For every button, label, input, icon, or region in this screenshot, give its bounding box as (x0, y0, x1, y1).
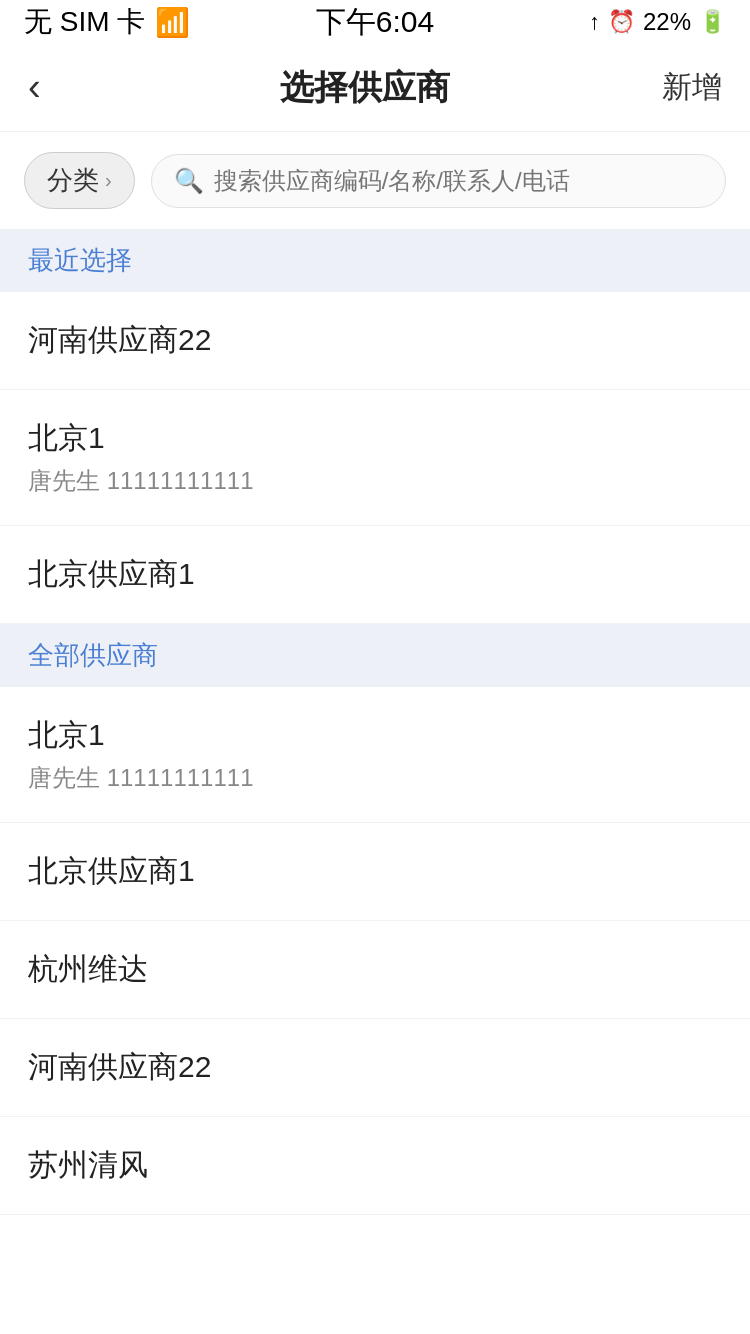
item-name: 北京1 (28, 715, 722, 756)
recent-section-label: 最近选择 (28, 245, 132, 275)
search-box[interactable]: 🔍 (151, 154, 726, 208)
filter-bar: 分类 › 🔍 (0, 132, 750, 229)
category-label: 分类 (47, 163, 99, 198)
item-sub: 唐先生 11111111111 (28, 762, 722, 794)
list-item[interactable]: 河南供应商22 (0, 1019, 750, 1117)
recent-section-header: 最近选择 (0, 229, 750, 292)
list-item[interactable]: 杭州维达 (0, 921, 750, 1019)
search-icon: 🔍 (174, 167, 204, 195)
category-button[interactable]: 分类 › (24, 152, 135, 209)
page-title: 选择供应商 (280, 65, 450, 111)
list-item[interactable]: 苏州清风 (0, 1117, 750, 1215)
status-bar: 无 SIM 卡 📶 下午6:04 ↑ ⏰ 22% 🔋 (0, 0, 750, 44)
status-right: ↑ ⏰ 22% 🔋 (589, 8, 726, 36)
item-name: 北京供应商1 (28, 554, 722, 595)
item-name: 河南供应商22 (28, 320, 722, 361)
battery-text: 22% (643, 8, 691, 36)
item-name: 苏州清风 (28, 1145, 722, 1186)
alarm-icon: ⏰ (608, 9, 635, 35)
item-sub: 唐先生 11111111111 (28, 465, 722, 497)
status-time: 下午6:04 (316, 2, 434, 43)
list-item[interactable]: 北京1 唐先生 11111111111 (0, 687, 750, 823)
recent-list: 河南供应商22 北京1 唐先生 11111111111 北京供应商1 (0, 292, 750, 624)
item-name: 河南供应商22 (28, 1047, 722, 1088)
list-item[interactable]: 河南供应商22 (0, 292, 750, 390)
chevron-right-icon: › (105, 169, 112, 192)
location-icon: ↑ (589, 9, 600, 35)
list-item[interactable]: 北京供应商1 (0, 526, 750, 624)
back-button[interactable]: ‹ (28, 66, 88, 109)
all-section-header: 全部供应商 (0, 624, 750, 687)
wifi-icon: 📶 (155, 6, 190, 39)
all-list: 北京1 唐先生 11111111111 北京供应商1 杭州维达河南供应商22 苏州清风 (0, 687, 750, 1215)
sim-text: 无 SIM 卡 (24, 3, 145, 41)
add-button[interactable]: 新增 (642, 67, 722, 108)
battery-icon: 🔋 (699, 9, 726, 35)
item-name: 北京供应商1 (28, 851, 722, 892)
item-name: 北京1 (28, 418, 722, 459)
nav-bar: ‹ 选择供应商 新增 (0, 44, 750, 132)
all-section-label: 全部供应商 (28, 640, 158, 670)
status-left: 无 SIM 卡 📶 (24, 3, 190, 41)
list-item[interactable]: 北京供应商1 (0, 823, 750, 921)
search-input[interactable] (214, 167, 703, 195)
list-item[interactable]: 北京1 唐先生 11111111111 (0, 390, 750, 526)
item-name: 杭州维达 (28, 949, 722, 990)
